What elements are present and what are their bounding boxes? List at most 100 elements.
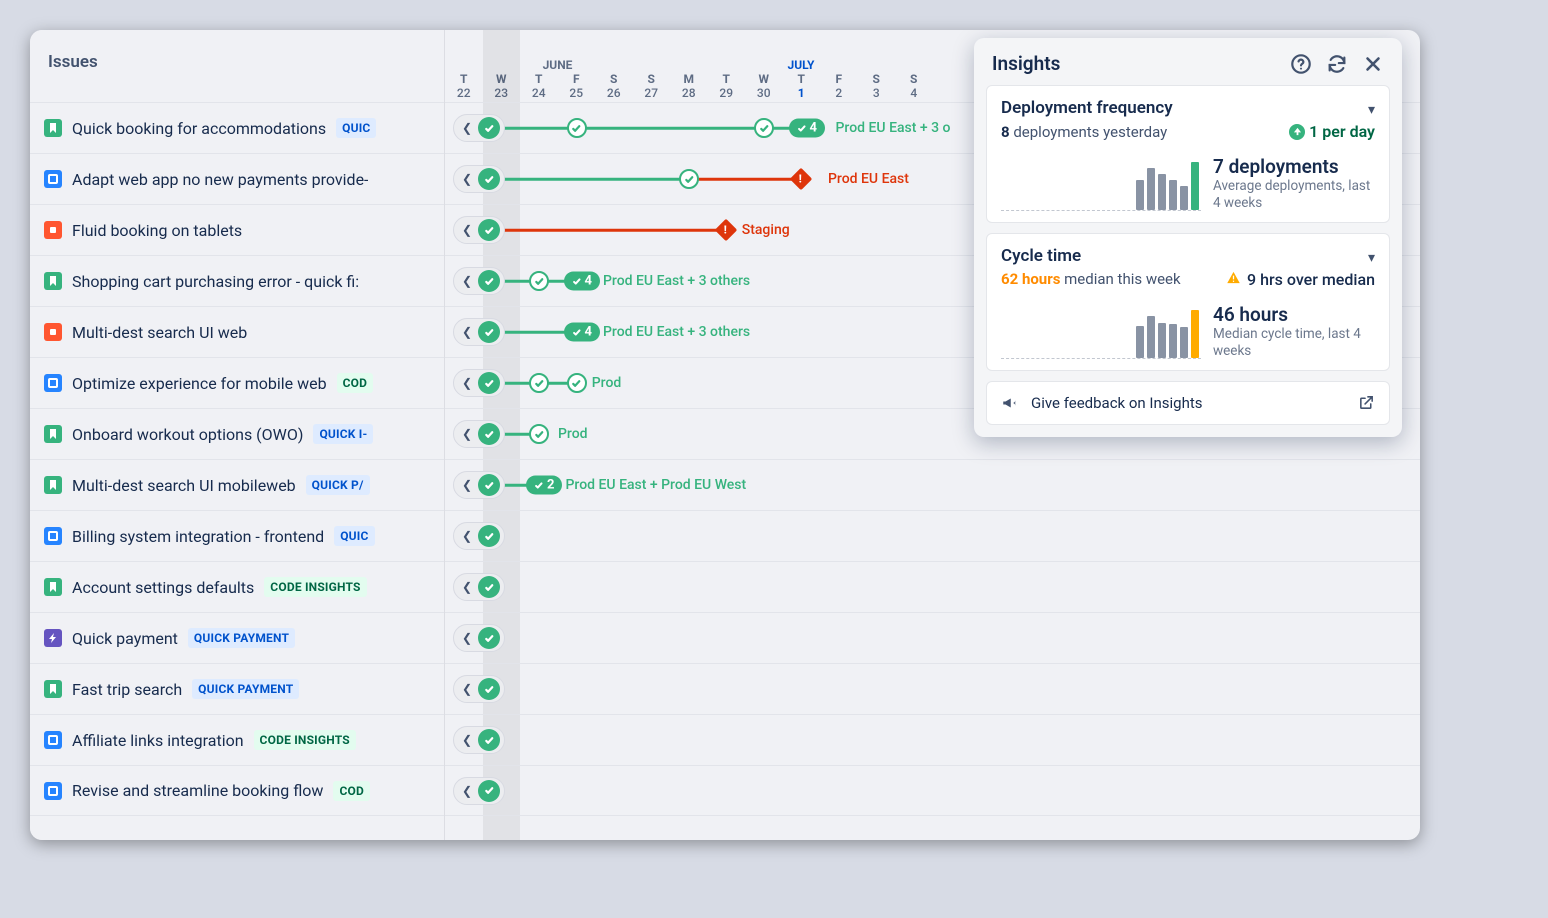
day-cell[interactable]: S3 <box>858 72 896 100</box>
scroll-left-pill[interactable]: ❮ <box>453 165 505 193</box>
chart-bar <box>1158 323 1166 358</box>
chevron-left-icon: ❮ <box>462 224 472 236</box>
issue-title: Affiliate links integration <box>72 731 244 750</box>
timeline-segment <box>576 127 764 130</box>
epic-lozenge[interactable]: QUIC <box>336 118 376 138</box>
epic-lozenge[interactable]: CODE INSIGHTS <box>264 577 366 597</box>
deploy-success-icon <box>478 729 500 751</box>
epic-lozenge[interactable]: CODE INSIGHTS <box>254 730 356 750</box>
timeline-row: ❮ <box>445 663 1420 714</box>
scroll-left-pill[interactable]: ❮ <box>453 369 505 397</box>
day-cell[interactable]: F25 <box>558 72 596 100</box>
chevron-left-icon: ❮ <box>462 785 472 797</box>
chart-bar <box>1180 327 1188 358</box>
close-icon[interactable] <box>1362 53 1384 75</box>
epic-lozenge[interactable]: QUICK I- <box>313 424 373 444</box>
day-cell[interactable]: T1 <box>783 72 821 100</box>
issue-type-icon <box>44 476 62 494</box>
deploy-count-lozenge[interactable]: 2 <box>526 476 562 495</box>
chevron-left-icon: ❮ <box>462 275 472 287</box>
scroll-left-pill[interactable]: ❮ <box>453 726 505 754</box>
issue-row[interactable]: Fast trip search QUICK PAYMENT <box>30 663 444 714</box>
timeline-segment <box>501 127 576 130</box>
environment-label: Prod <box>592 375 622 391</box>
issue-row[interactable]: Onboard workout options (OWO) QUICK I- <box>30 408 444 459</box>
day-cell[interactable]: S26 <box>595 72 633 100</box>
issue-title: Shopping cart purchasing error - quick f… <box>72 272 359 291</box>
deploy-marker[interactable] <box>529 271 549 291</box>
issue-row[interactable]: Account settings defaults CODE INSIGHTS <box>30 561 444 612</box>
day-cell[interactable]: S27 <box>633 72 671 100</box>
chevron-down-icon[interactable]: ▾ <box>1368 246 1375 266</box>
cycle-time-card[interactable]: Cycle time ▾ 62 hours median this week 9… <box>986 233 1390 371</box>
issue-row[interactable]: Optimize experience for mobile web COD <box>30 357 444 408</box>
issue-row[interactable]: Adapt web app no new payments provide- <box>30 153 444 204</box>
issue-row[interactable]: Billing system integration - frontend QU… <box>30 510 444 561</box>
refresh-icon[interactable] <box>1326 53 1348 75</box>
day-cell[interactable]: T29 <box>708 72 746 100</box>
day-cell[interactable]: W30 <box>745 72 783 100</box>
scroll-left-pill[interactable]: ❮ <box>453 624 505 652</box>
epic-lozenge[interactable]: QUIC <box>334 526 374 546</box>
deployment-frequency-card[interactable]: Deployment frequency ▾ 8 deployments yes… <box>986 85 1390 223</box>
scroll-left-pill[interactable]: ❮ <box>453 114 505 142</box>
issue-row[interactable]: Quick booking for accommodations QUIC <box>30 102 444 153</box>
deploy-success-icon <box>478 372 500 394</box>
issue-type-icon <box>44 731 62 749</box>
timeline-row: ❮ 2Prod EU East + Prod EU West <box>445 459 1420 510</box>
deploy-count-lozenge[interactable]: 4 <box>564 323 600 342</box>
scroll-left-pill[interactable]: ❮ <box>453 420 505 448</box>
chevron-left-icon: ❮ <box>462 173 472 185</box>
epic-lozenge[interactable]: QUICK PAYMENT <box>192 679 299 699</box>
issues-column: Issues Quick booking for accommodations … <box>30 30 445 840</box>
scroll-left-pill[interactable]: ❮ <box>453 471 505 499</box>
timeline-segment <box>688 178 801 181</box>
chevron-left-icon: ❮ <box>462 683 472 695</box>
deploy-count-lozenge[interactable]: 4 <box>789 119 825 138</box>
epic-lozenge[interactable]: QUICK P/ <box>306 475 370 495</box>
issue-title: Onboard workout options (OWO) <box>72 425 303 444</box>
deploy-fail-marker[interactable] <box>714 219 737 242</box>
issue-row[interactable]: Fluid booking on tablets <box>30 204 444 255</box>
day-cell[interactable]: M28 <box>670 72 708 100</box>
scroll-left-pill[interactable]: ❮ <box>453 573 505 601</box>
epic-lozenge[interactable]: COD <box>333 781 370 801</box>
scroll-left-pill[interactable]: ❮ <box>453 318 505 346</box>
environment-label: Prod EU East <box>828 171 909 187</box>
deploy-marker[interactable] <box>529 424 549 444</box>
deploy-marker[interactable] <box>679 169 699 189</box>
issue-title: Fast trip search <box>72 680 182 699</box>
scroll-left-pill[interactable]: ❮ <box>453 675 505 703</box>
scroll-left-pill[interactable]: ❮ <box>453 777 505 805</box>
day-cell[interactable]: S4 <box>895 72 933 100</box>
deploy-count-lozenge[interactable]: 4 <box>564 272 600 291</box>
issue-row[interactable]: Affiliate links integration CODE INSIGHT… <box>30 714 444 765</box>
help-icon[interactable] <box>1290 53 1312 75</box>
environment-label: Staging <box>742 222 790 238</box>
scroll-left-pill[interactable]: ❮ <box>453 522 505 550</box>
timeline-row: ❮ <box>445 510 1420 561</box>
issue-row[interactable]: Multi-dest search UI web <box>30 306 444 357</box>
deploy-fail-marker[interactable] <box>789 168 812 191</box>
scroll-left-pill[interactable]: ❮ <box>453 216 505 244</box>
epic-lozenge[interactable]: COD <box>337 373 374 393</box>
chevron-down-icon[interactable]: ▾ <box>1368 98 1375 118</box>
issue-title: Fluid booking on tablets <box>72 221 242 240</box>
deploy-marker[interactable] <box>754 118 774 138</box>
issue-row[interactable]: Multi-dest search UI mobileweb QUICK P/ <box>30 459 444 510</box>
day-cell[interactable]: T24 <box>520 72 558 100</box>
issue-row[interactable]: Revise and streamline booking flow COD <box>30 765 444 816</box>
chevron-left-icon: ❮ <box>462 326 472 338</box>
issue-row[interactable]: Quick payment QUICK PAYMENT <box>30 612 444 663</box>
feedback-link[interactable]: Give feedback on Insights <box>986 381 1390 425</box>
day-cell[interactable]: T22 <box>445 72 483 100</box>
insights-panel: Insights Deployment frequency ▾ <box>974 38 1402 437</box>
scroll-left-pill[interactable]: ❮ <box>453 267 505 295</box>
deploy-marker[interactable] <box>567 373 587 393</box>
deploy-marker[interactable] <box>529 373 549 393</box>
day-cell[interactable]: F2 <box>820 72 858 100</box>
epic-lozenge[interactable]: QUICK PAYMENT <box>188 628 295 648</box>
issue-type-icon <box>44 119 62 137</box>
deploy-marker[interactable] <box>567 118 587 138</box>
issue-row[interactable]: Shopping cart purchasing error - quick f… <box>30 255 444 306</box>
